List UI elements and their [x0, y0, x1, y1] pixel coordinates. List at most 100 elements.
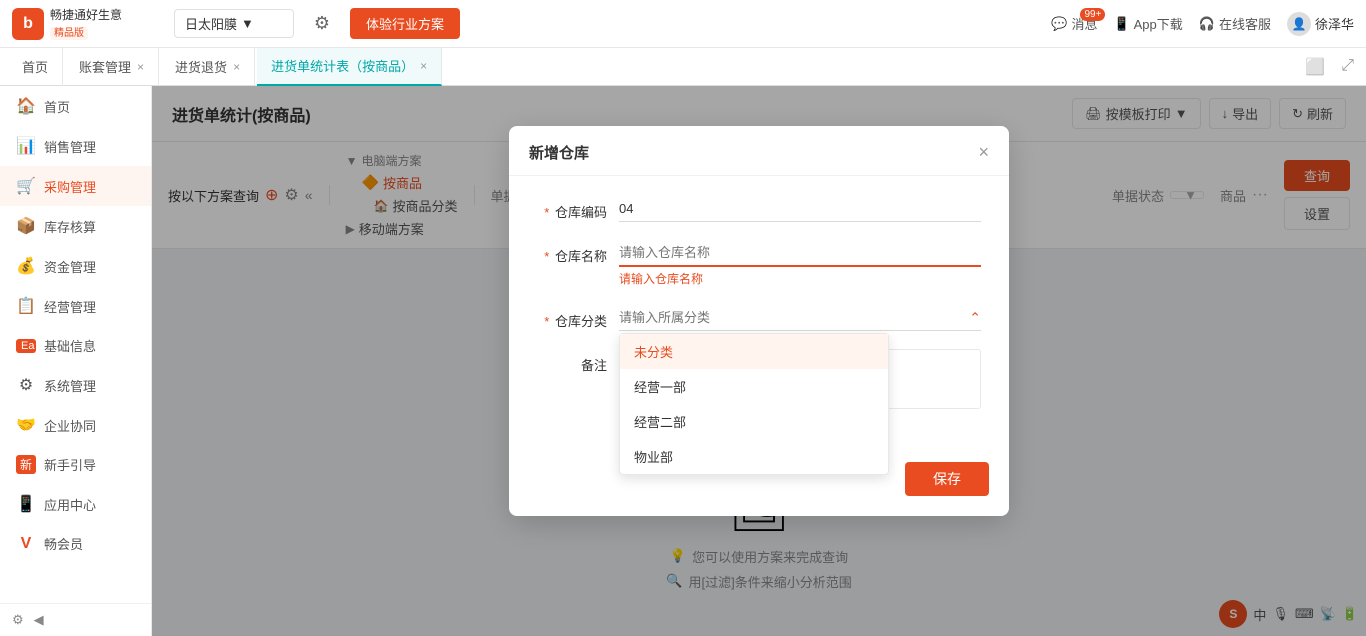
name-input[interactable]	[619, 240, 981, 267]
logo-badge: 精品版	[50, 27, 88, 40]
sidebar-item-sales[interactable]: 📊 销售管理	[0, 126, 151, 166]
name-label: * 仓库名称	[537, 240, 607, 265]
tab-home[interactable]: 首页	[8, 48, 63, 86]
guide-icon: 新	[16, 455, 36, 474]
tab-purchase-stats-close[interactable]: ×	[420, 59, 427, 73]
online-service-label: 在线客服	[1219, 14, 1271, 33]
main-layout: 🏠 首页 📊 销售管理 🛒 采购管理 📦 库存核算 💰 资金管理 📋 经营管理 …	[0, 86, 1366, 636]
username-label: 徐泽华	[1315, 14, 1354, 33]
dialog-close-button[interactable]: ×	[978, 142, 989, 163]
store-name: 日太阳膜	[185, 14, 237, 33]
logo-icon: b	[12, 8, 44, 40]
sidebar-home-label: 首页	[44, 97, 70, 116]
sidebar-settings-icon[interactable]: ⚙	[12, 612, 24, 628]
message-item[interactable]: 💬 消息 99+	[1051, 14, 1097, 33]
sidebar-basic-info-label: 基础信息	[44, 336, 96, 355]
tab-account-label: 账套管理	[79, 57, 131, 76]
tab-purchase-stats-label: 进货单统计表（按商品）	[271, 56, 414, 75]
tab-account-close[interactable]: ×	[137, 60, 144, 74]
sidebar-finance-label: 资金管理	[44, 257, 96, 276]
form-row-code: * 仓库编码	[537, 196, 981, 222]
tab-actions: ⬜ ⤢	[1301, 53, 1358, 81]
online-service-item[interactable]: 🎧 在线客服	[1199, 14, 1271, 33]
dialog-new-warehouse: 新增仓库 × * 仓库编码	[509, 126, 1009, 516]
sidebar-item-operations[interactable]: 📋 经营管理	[0, 286, 151, 326]
sidebar-item-guide[interactable]: 新 新手引导	[0, 445, 151, 484]
logo-area: b 畅捷通好生意 精品版	[12, 8, 162, 40]
sidebar-item-finance[interactable]: 💰 资金管理	[0, 246, 151, 286]
ea-icon: Ea	[16, 339, 36, 353]
sidebar-item-basic-info[interactable]: Ea 基础信息	[0, 326, 151, 365]
user-area[interactable]: 👤 徐泽华	[1287, 12, 1354, 36]
system-icon: ⚙	[16, 375, 36, 395]
sidebar-collapse-icon[interactable]: ◀	[34, 612, 44, 628]
sidebar-item-apps[interactable]: 📱 应用中心	[0, 484, 151, 524]
tab-purchase-stats[interactable]: 进货单统计表（按商品） ×	[257, 48, 442, 86]
finance-icon: 💰	[16, 256, 36, 276]
store-selector[interactable]: 日太阳膜 ▼	[174, 9, 294, 38]
sidebar-item-purchase[interactable]: 🛒 采购管理	[0, 166, 151, 206]
inventory-icon: 📦	[16, 216, 36, 236]
sidebar-guide-label: 新手引导	[44, 455, 96, 474]
sidebar-item-enterprise[interactable]: 🤝 企业协同	[0, 405, 151, 445]
category-select-wrap: ⌃ 未分类 经营一部 经营二部	[619, 305, 981, 331]
required-mark: *	[544, 205, 549, 220]
sidebar-system-label: 系统管理	[44, 376, 96, 395]
sidebar-enterprise-label: 企业协同	[44, 416, 96, 435]
home-icon: 🏠	[16, 96, 36, 116]
app-download-item[interactable]: 📱 App下载	[1113, 14, 1182, 33]
sidebar-item-system[interactable]: ⚙ 系统管理	[0, 365, 151, 405]
sidebar-item-home[interactable]: 🏠 首页	[0, 86, 151, 126]
logo-text: 畅捷通好生意	[50, 8, 122, 24]
tab-restore-icon[interactable]: ⬜	[1301, 53, 1329, 81]
sidebar-apps-label: 应用中心	[44, 495, 96, 514]
save-button[interactable]: 保存	[905, 462, 989, 496]
mobile-icon: 📱	[1113, 16, 1129, 32]
form-row-name: * 仓库名称 请输入仓库名称	[537, 240, 981, 287]
modal-overlay[interactable]: 新增仓库 × * 仓库编码	[152, 86, 1366, 636]
tab-bar: 首页 账套管理 × 进货退货 × 进货单统计表（按商品） × ⬜ ⤢	[0, 48, 1366, 86]
sidebar-item-vip[interactable]: V 畅会员	[0, 524, 151, 563]
required-mark2: *	[544, 249, 549, 264]
apps-icon: 📱	[16, 494, 36, 514]
purchase-icon: 🛒	[16, 176, 36, 196]
settings-icon[interactable]: ⚙	[306, 8, 338, 40]
sidebar-inventory-label: 库存核算	[44, 217, 96, 236]
name-error-msg: 请输入仓库名称	[619, 270, 981, 287]
app-download-label: App下载	[1134, 14, 1183, 33]
tab-home-label: 首页	[22, 57, 48, 76]
dropdown-item-1[interactable]: 经营一部	[620, 369, 888, 404]
dialog-header: 新增仓库 ×	[509, 126, 1009, 176]
tab-purchase-return[interactable]: 进货退货 ×	[161, 48, 255, 86]
sales-icon: 📊	[16, 136, 36, 156]
message-badge: 99+	[1080, 8, 1105, 21]
vip-icon: V	[16, 535, 36, 553]
tab-expand-icon[interactable]: ⤢	[1337, 53, 1358, 81]
tab-purchase-return-close[interactable]: ×	[233, 60, 240, 74]
code-input[interactable]	[619, 196, 981, 222]
sidebar-purchase-label: 采购管理	[44, 177, 96, 196]
dialog-body: * 仓库编码 * 仓库名称	[509, 176, 1009, 450]
headphone-icon: 🎧	[1199, 16, 1215, 32]
sidebar-item-inventory[interactable]: 📦 库存核算	[0, 206, 151, 246]
note-label: 备注	[537, 349, 607, 374]
dialog-title: 新增仓库	[529, 142, 589, 163]
category-input[interactable]	[619, 305, 981, 331]
dropdown-item-0[interactable]: 未分类	[620, 334, 888, 369]
tab-account[interactable]: 账套管理 ×	[65, 48, 159, 86]
message-icon: 💬	[1051, 16, 1067, 32]
code-label: * 仓库编码	[537, 196, 607, 221]
trial-button[interactable]: 体验行业方案	[350, 8, 460, 39]
select-arrow-icon[interactable]: ⌃	[969, 310, 981, 327]
top-nav-right: 💬 消息 99+ 📱 App下载 🎧 在线客服 👤 徐泽华	[1051, 12, 1354, 36]
category-dropdown: 未分类 经营一部 经营二部 物业部	[619, 333, 889, 475]
sidebar-sales-label: 销售管理	[44, 137, 96, 156]
operations-icon: 📋	[16, 296, 36, 316]
sidebar: 🏠 首页 📊 销售管理 🛒 采购管理 📦 库存核算 💰 资金管理 📋 经营管理 …	[0, 86, 152, 636]
form-row-category: * 仓库分类 ⌃ 未分类 经	[537, 305, 981, 331]
category-label: * 仓库分类	[537, 305, 607, 330]
dropdown-item-3[interactable]: 物业部	[620, 439, 888, 474]
sidebar-operations-label: 经营管理	[44, 297, 96, 316]
dropdown-item-2[interactable]: 经营二部	[620, 404, 888, 439]
sidebar-bottom: ⚙ ◀	[0, 603, 152, 636]
